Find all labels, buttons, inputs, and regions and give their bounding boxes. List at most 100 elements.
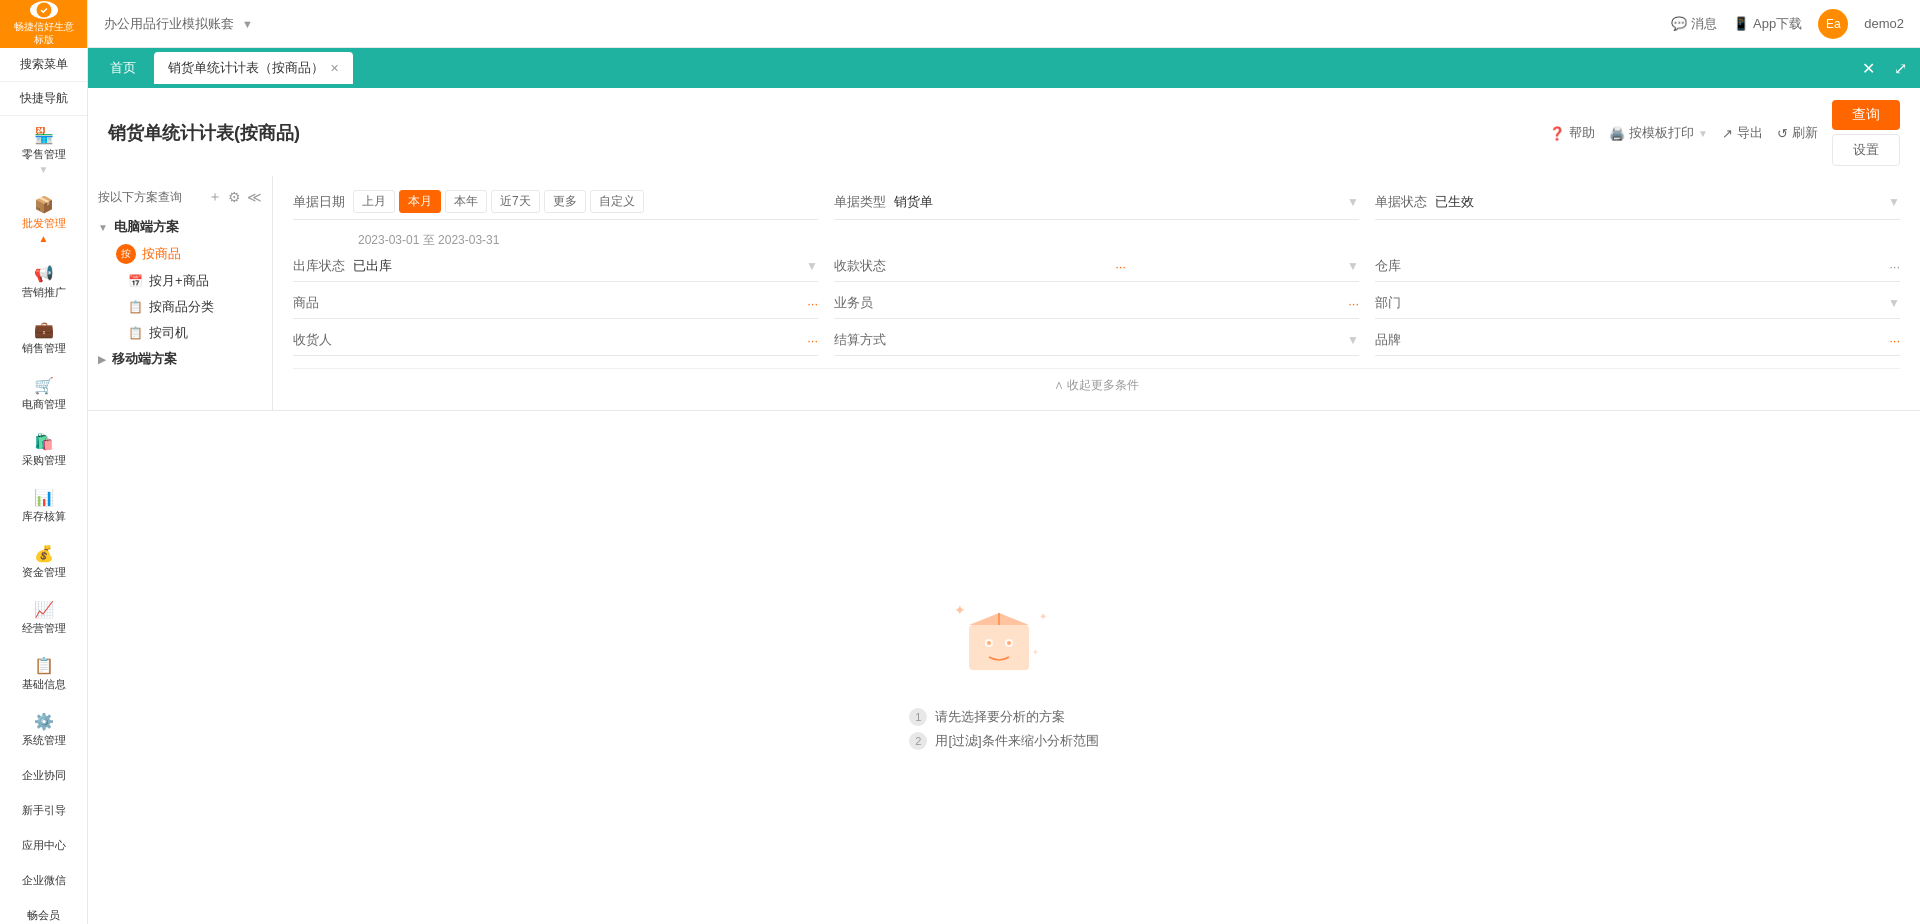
tab-close-icon[interactable]: ✕ — [330, 62, 339, 75]
enterprise-label: 企业协同 — [22, 768, 66, 783]
sidebar-item-inventory[interactable]: 📊 库存核算 — [0, 478, 87, 534]
app-download-label: App下载 — [1753, 15, 1802, 33]
mobile-section-label: 移动端方案 — [112, 350, 177, 368]
warehouse-dots[interactable]: ··· — [1889, 259, 1900, 274]
template-print-button[interactable]: 🖨️ 按模板打印 ▼ — [1609, 124, 1708, 142]
left-panel-actions: ＋ ⚙ ≪ — [208, 188, 262, 206]
brand-control[interactable]: ··· — [1409, 333, 1900, 348]
sidebar-item-wholesale[interactable]: 📦 批发管理 ▲ — [0, 185, 87, 254]
settings-button[interactable]: 设置 — [1832, 134, 1900, 166]
sidebar-item-sales[interactable]: 💼 销售管理 — [0, 310, 87, 366]
tab-sales-stat-label: 销货单统计计表（按商品） — [168, 59, 324, 77]
receipt-status-control[interactable]: ··· ▼ — [894, 259, 1359, 274]
help-label: 帮助 — [1569, 124, 1595, 142]
tree-node-by-month-product[interactable]: 📅 按月+商品 — [88, 268, 272, 294]
month-product-label: 按月+商品 — [149, 272, 209, 290]
warehouse-control[interactable]: ··· — [1409, 259, 1900, 274]
export-button[interactable]: ↗ 导出 — [1722, 124, 1763, 142]
query-button[interactable]: 查询 — [1832, 100, 1900, 130]
tab-sales-stat[interactable]: 销货单统计计表（按商品） ✕ — [154, 52, 353, 84]
empty-illustration: ✦ ✦ ✦ — [944, 585, 1064, 688]
help-button[interactable]: ❓ 帮助 — [1549, 124, 1595, 142]
bill-type-control[interactable]: 销货单 ▼ — [894, 193, 1359, 211]
sidebar-item-corp-wechat[interactable]: 企业微信 — [0, 863, 87, 898]
filter-row-3: 商品 ··· 业务员 ··· — [293, 294, 1900, 319]
date-btn-current-year[interactable]: 本年 — [445, 190, 487, 213]
sidebar-item-member[interactable]: 畅会员 — [0, 898, 87, 924]
message-button[interactable]: 💬 消息 — [1671, 15, 1717, 33]
register-icon: 📋 — [128, 326, 143, 340]
date-btn-custom[interactable]: 自定义 — [590, 190, 644, 213]
svg-rect-1 — [969, 625, 1029, 670]
filter-bill-type-item: 单据类型 销货单 ▼ — [834, 190, 1359, 220]
sidebar-item-operation[interactable]: 📈 经营管理 — [0, 590, 87, 646]
tab-maximize-button[interactable]: ⤢ — [1888, 56, 1912, 80]
tab-bar: 首页 销货单统计计表（按商品） ✕ ✕ ⤢ — [88, 48, 1920, 88]
filter-receipt-status-item: 收款状态 ··· ▼ — [834, 257, 1359, 282]
header-right: 💬 消息 📱 App下载 Ea demo2 — [1671, 9, 1904, 39]
salesperson-control[interactable]: ··· — [881, 296, 1359, 311]
sidebar-item-newbie[interactable]: 新手引导 — [0, 793, 87, 828]
settlement-control[interactable]: ▼ — [894, 333, 1359, 347]
sidebar-item-finance[interactable]: 💰 资金管理 — [0, 534, 87, 590]
tab-home[interactable]: 首页 — [96, 52, 150, 84]
inventory-label: 库存核算 — [22, 509, 66, 524]
receipt-status-label: 收款状态 — [834, 257, 886, 275]
sidebar-item-purchase[interactable]: 🛍️ 采购管理 — [0, 422, 87, 478]
pc-section-label: 电脑端方案 — [114, 218, 179, 236]
collapse-panel-icon[interactable]: ≪ — [247, 189, 262, 205]
app-download-button[interactable]: 📱 App下载 — [1733, 15, 1802, 33]
tree-section-mobile[interactable]: ▶ 移动端方案 — [88, 346, 272, 372]
product-control[interactable]: ··· — [327, 296, 818, 311]
bill-status-control[interactable]: 已生效 ▼ — [1435, 193, 1900, 211]
sidebar-item-ecom[interactable]: 🛒 电商管理 — [0, 366, 87, 422]
empty-state: ✦ ✦ ✦ 1 请先选择要分析的方案 2 用[过滤]条件来缩小分析范围 — [88, 411, 1920, 924]
filter-settlement-item: 结算方式 ▼ — [834, 331, 1359, 356]
sidebar-item-enterprise[interactable]: 企业协同 — [0, 758, 87, 793]
product-dots[interactable]: ··· — [807, 296, 818, 311]
tree-node-by-product[interactable]: 按 按商品 — [88, 240, 272, 268]
refresh-icon: ↺ — [1777, 126, 1788, 141]
date-btn-current-month[interactable]: 本月 — [399, 190, 441, 213]
tree-node-by-category[interactable]: 📋 按商品分类 — [88, 294, 272, 320]
add-scheme-icon[interactable]: ＋ — [208, 188, 222, 206]
salesperson-dots[interactable]: ··· — [1348, 296, 1359, 311]
mobile-section-arrow: ▶ — [98, 354, 106, 365]
sidebar-search-menu[interactable]: 搜索菜单 — [0, 48, 87, 82]
purchase-label: 采购管理 — [22, 453, 66, 468]
sidebar-item-app-center[interactable]: 应用中心 — [0, 828, 87, 863]
receiver-dots[interactable]: ··· — [807, 333, 818, 348]
filter-form: 单据日期 上月 本月 本年 近7天 更多 自定义 单据类型 — [273, 176, 1920, 410]
bill-status-value: 已生效 — [1435, 193, 1474, 211]
sidebar-item-basic[interactable]: 📋 基础信息 — [0, 646, 87, 702]
receiver-label: 收货人 — [293, 331, 332, 349]
sidebar-item-marketing[interactable]: 📢 营销推广 — [0, 254, 87, 310]
tab-home-label: 首页 — [110, 59, 136, 77]
filter-row-2: 出库状态 已出库 ▼ 收款状态 ··· ▼ — [293, 257, 1900, 282]
left-panel-header: 按以下方案查询 ＋ ⚙ ≪ — [88, 184, 272, 214]
pc-section-arrow: ▼ — [98, 222, 108, 233]
sidebar-item-retail[interactable]: 🏪 零售管理 ▼ — [0, 116, 87, 185]
breadcrumb-text: 办公用品行业模拟账套 — [104, 15, 234, 33]
tree-section-pc[interactable]: ▼ 电脑端方案 — [88, 214, 272, 240]
purchase-icon: 🛍️ — [34, 432, 54, 451]
collapse-more-conditions[interactable]: ∧ 收起更多条件 — [293, 368, 1900, 402]
receipt-status-dots[interactable]: ··· — [1115, 259, 1126, 274]
out-status-control[interactable]: 已出库 ▼ — [353, 257, 818, 275]
date-btn-more[interactable]: 更多 — [544, 190, 586, 213]
sidebar-item-system[interactable]: ⚙️ 系统管理 — [0, 702, 87, 758]
breadcrumb-dropdown-icon[interactable]: ▼ — [242, 18, 253, 30]
department-control[interactable]: ▼ — [1409, 296, 1900, 310]
user-avatar[interactable]: Ea — [1818, 9, 1848, 39]
date-btn-last-7-days[interactable]: 近7天 — [491, 190, 540, 213]
brand-dots[interactable]: ··· — [1889, 333, 1900, 348]
settings-scheme-icon[interactable]: ⚙ — [228, 189, 241, 205]
date-btn-last-month[interactable]: 上月 — [353, 190, 395, 213]
receiver-control[interactable]: ··· — [340, 333, 818, 348]
wholesale-arrow: ▲ — [39, 233, 49, 244]
tree-node-by-register[interactable]: 📋 按司机 — [88, 320, 272, 346]
settlement-label: 结算方式 — [834, 331, 886, 349]
tab-close-window-button[interactable]: ✕ — [1856, 56, 1880, 80]
refresh-button[interactable]: ↺ 刷新 — [1777, 124, 1818, 142]
sidebar-quick-nav[interactable]: 快捷导航 — [0, 82, 87, 116]
